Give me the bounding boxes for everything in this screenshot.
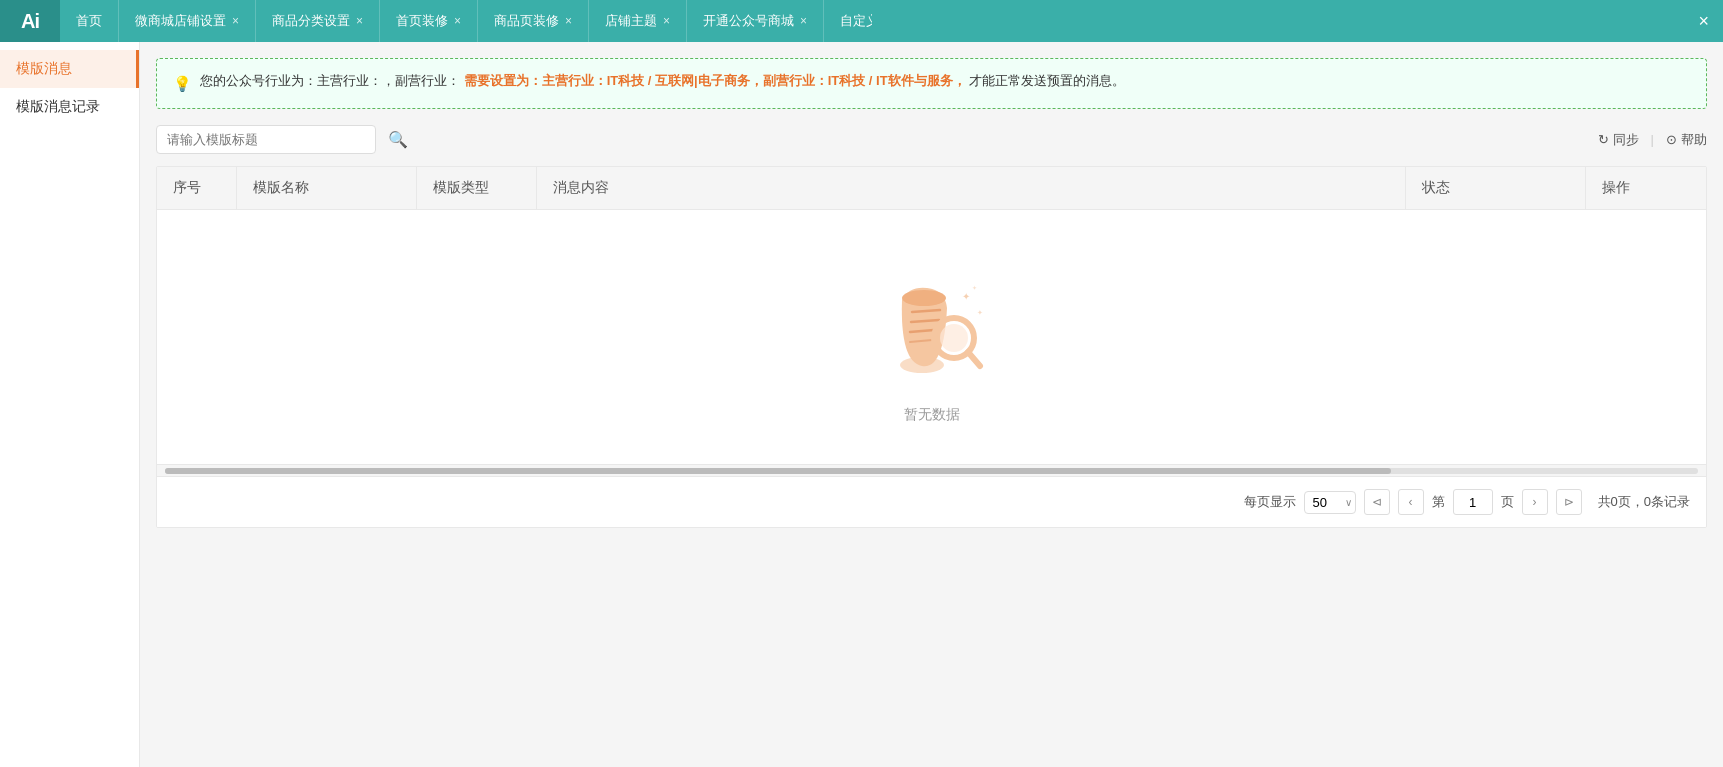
sync-icon: ↻ bbox=[1598, 132, 1609, 147]
tab-5[interactable]: 店铺主题 × bbox=[589, 0, 687, 42]
prev-page-button[interactable]: ‹ bbox=[1398, 489, 1424, 515]
svg-point-7 bbox=[940, 324, 968, 352]
last-page-button[interactable]: ⊳ bbox=[1556, 489, 1582, 515]
tab-4[interactable]: 商品页装修 × bbox=[478, 0, 589, 42]
table-header-cell-2: 模版类型 bbox=[417, 167, 537, 209]
svg-text:✦: ✦ bbox=[972, 285, 977, 291]
scrollbar-thumb bbox=[165, 468, 1391, 474]
tab-label-1: 微商城店铺设置 bbox=[135, 12, 226, 30]
pagination: 每页显示 50 20 100 ⊲ ‹ 第 页 › ⊳ 共0页，0条记录 bbox=[157, 476, 1706, 527]
page-size-select[interactable]: 50 20 100 bbox=[1304, 491, 1356, 514]
table-header: 序号模版名称模版类型消息内容状态操作 bbox=[157, 167, 1706, 210]
tab-close-1[interactable]: × bbox=[232, 14, 239, 28]
sidebar-item-0[interactable]: 模版消息 bbox=[0, 50, 139, 88]
empty-text: 暂无数据 bbox=[904, 406, 960, 424]
table-header-cell-5: 操作 bbox=[1586, 167, 1706, 209]
help-button[interactable]: ⊙ 帮助 bbox=[1666, 131, 1707, 149]
tab-label-0: 首页 bbox=[76, 12, 102, 30]
sidebar-item-1[interactable]: 模版消息记录 bbox=[0, 88, 139, 126]
table-header-cell-0: 序号 bbox=[157, 167, 237, 209]
tab-label-3: 首页装修 bbox=[396, 12, 448, 30]
search-button[interactable]: 🔍 bbox=[384, 126, 412, 153]
scrollbar-track bbox=[165, 468, 1698, 474]
tab-7[interactable]: 自定义菜单× bbox=[824, 0, 872, 42]
help-icon: ⊙ bbox=[1666, 132, 1677, 147]
search-left: 🔍 bbox=[156, 125, 412, 154]
tab-0[interactable]: 首页 bbox=[60, 0, 119, 42]
svg-point-1 bbox=[902, 290, 946, 306]
search-bar: 🔍 ↻ 同步 | ⊙ 帮助 bbox=[156, 125, 1707, 154]
global-close-button[interactable]: × bbox=[1685, 0, 1724, 42]
tab-bar: Ai 首页微商城店铺设置×商品分类设置×首页装修×商品页装修×店铺主题×开通公众… bbox=[0, 0, 1723, 42]
tab-label-4: 商品页装修 bbox=[494, 12, 559, 30]
notice-text: 您的公众号行业为：主营行业：，副营行业： 需要设置为：主营行业：IT科技 / 互… bbox=[200, 71, 1690, 92]
search-input[interactable] bbox=[156, 125, 376, 154]
page-size-label: 每页显示 bbox=[1244, 493, 1296, 511]
tab-2[interactable]: 商品分类设置 × bbox=[256, 0, 380, 42]
scrollbar-area[interactable] bbox=[157, 464, 1706, 476]
notice-banner: 💡 您的公众号行业为：主营行业：，副营行业： 需要设置为：主营行业：IT科技 /… bbox=[156, 58, 1707, 109]
tab-close-4[interactable]: × bbox=[565, 14, 572, 28]
logo: Ai bbox=[0, 0, 60, 42]
next-page-button[interactable]: › bbox=[1522, 489, 1548, 515]
table-header-cell-4: 状态 bbox=[1406, 167, 1586, 209]
search-right: ↻ 同步 | ⊙ 帮助 bbox=[1598, 131, 1707, 149]
tab-close-5[interactable]: × bbox=[663, 14, 670, 28]
page-label-suffix: 页 bbox=[1501, 493, 1514, 511]
tab-label-2: 商品分类设置 bbox=[272, 12, 350, 30]
table-header-cell-3: 消息内容 bbox=[537, 167, 1406, 209]
notice-icon: 💡 bbox=[173, 72, 192, 96]
sidebar: 模版消息模版消息记录 bbox=[0, 42, 140, 767]
page-number-input[interactable] bbox=[1453, 489, 1493, 515]
main-layout: 模版消息模版消息记录 💡 您的公众号行业为：主营行业：，副营行业： 需要设置为：… bbox=[0, 42, 1723, 767]
svg-line-8 bbox=[968, 352, 980, 366]
svg-text:✦: ✦ bbox=[962, 291, 970, 302]
total-info: 共0页，0条记录 bbox=[1598, 493, 1690, 511]
page-size-select-wrap: 50 20 100 bbox=[1304, 491, 1356, 514]
table-container: 序号模版名称模版类型消息内容状态操作 bbox=[156, 166, 1707, 528]
page-label-prefix: 第 bbox=[1432, 493, 1445, 511]
tab-close-3[interactable]: × bbox=[454, 14, 461, 28]
tab-close-6[interactable]: × bbox=[800, 14, 807, 28]
empty-state: ✦ ✦ ✦ 暂无数据 bbox=[157, 210, 1706, 464]
table-header-cell-1: 模版名称 bbox=[237, 167, 417, 209]
tab-label-5: 店铺主题 bbox=[605, 12, 657, 30]
tab-label-6: 开通公众号商城 bbox=[703, 12, 794, 30]
empty-icon: ✦ ✦ ✦ bbox=[872, 270, 992, 390]
tab-6[interactable]: 开通公众号商城 × bbox=[687, 0, 824, 42]
divider: | bbox=[1651, 132, 1654, 147]
tab-1[interactable]: 微商城店铺设置 × bbox=[119, 0, 256, 42]
svg-text:✦: ✦ bbox=[977, 309, 983, 316]
sync-button[interactable]: ↻ 同步 bbox=[1598, 131, 1639, 149]
first-page-button[interactable]: ⊲ bbox=[1364, 489, 1390, 515]
content-area: 💡 您的公众号行业为：主营行业：，副营行业： 需要设置为：主营行业：IT科技 /… bbox=[140, 42, 1723, 767]
tab-label-7: 自定义菜单 bbox=[840, 12, 872, 30]
tab-close-2[interactable]: × bbox=[356, 14, 363, 28]
tab-3[interactable]: 首页装修 × bbox=[380, 0, 478, 42]
